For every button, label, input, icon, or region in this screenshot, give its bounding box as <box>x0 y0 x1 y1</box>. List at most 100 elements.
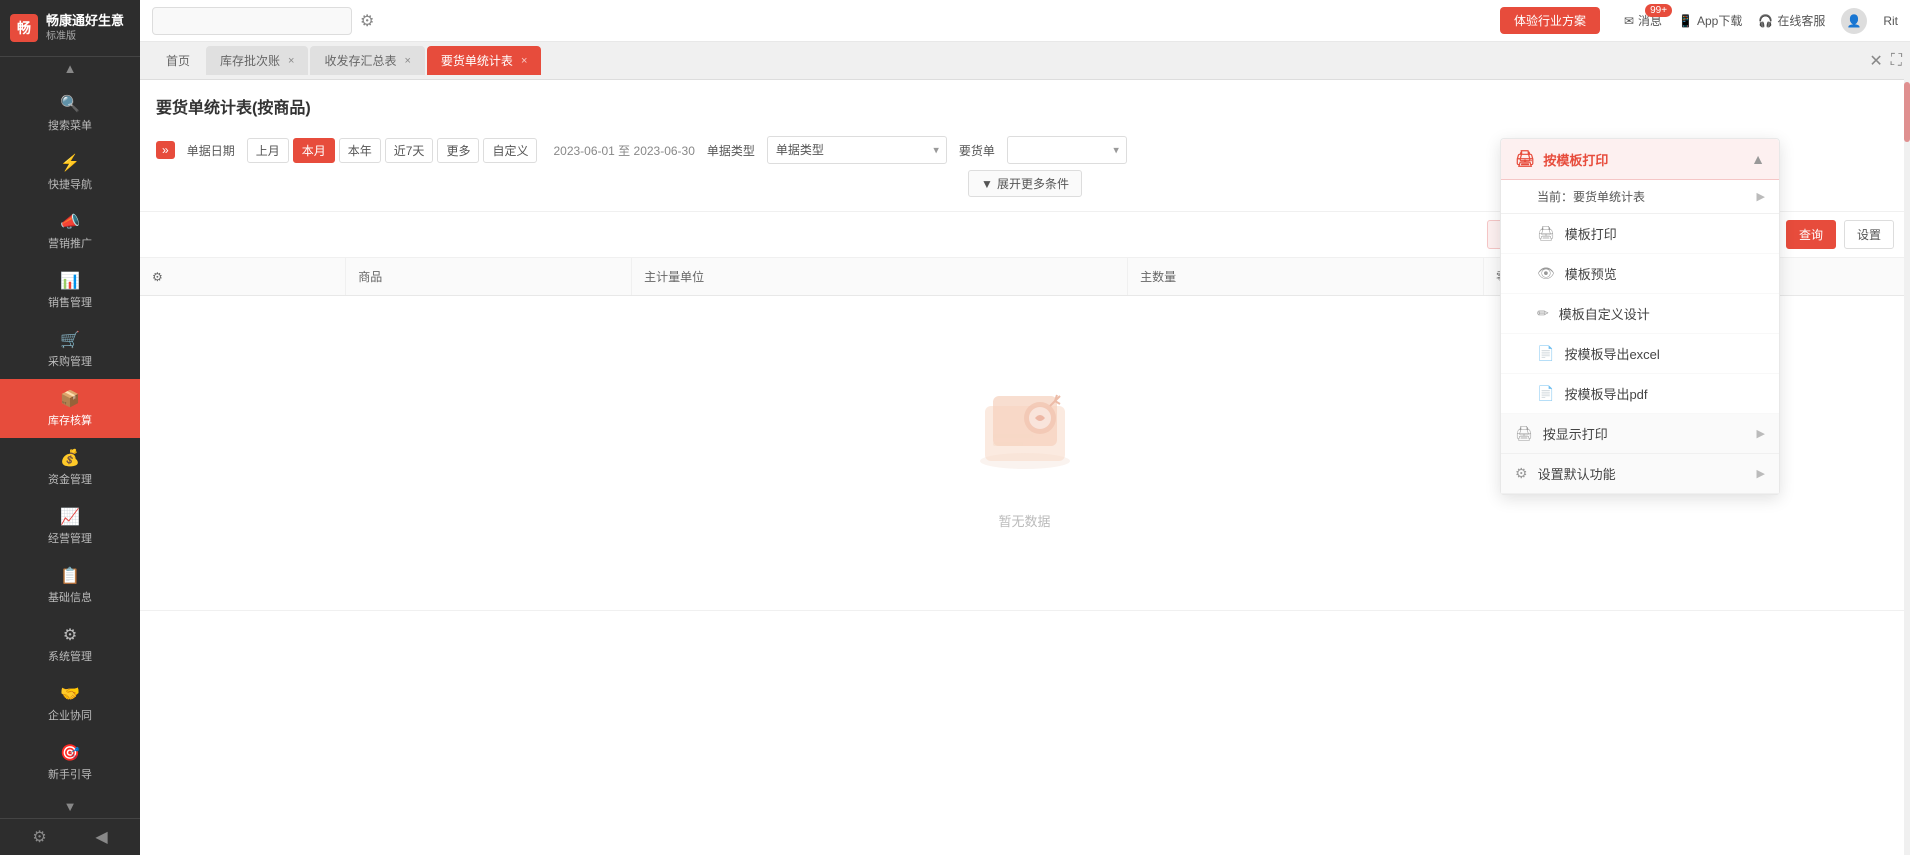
dropdown-close-btn[interactable]: ▲ <box>1751 151 1765 167</box>
dropdown-item-template-print[interactable]: 🖨模板打印 <box>1501 214 1779 254</box>
sidebar-label-marketing: 营销推广 <box>48 235 92 251</box>
sound-icon[interactable]: ◀ <box>95 827 107 847</box>
date-btn-this-month[interactable]: 本月 <box>293 138 335 163</box>
sidebar-label-search: 搜索菜单 <box>48 117 92 133</box>
dropdown-sub-set-default[interactable]: ⚙设置默认功能▶ <box>1501 454 1779 494</box>
tab-close-order-stats[interactable]: × <box>521 55 527 67</box>
empty-illustration <box>965 376 1085 495</box>
sidebar-icon-basic: 📋 <box>60 566 80 586</box>
sidebar-item-finance[interactable]: 💰资金管理 <box>0 438 140 497</box>
expand-btn[interactable]: ▼ 展开更多条件 <box>968 170 1082 197</box>
expand-icon: ▼ <box>981 177 993 191</box>
sidebar-icon-marketing: 📣 <box>60 212 80 232</box>
sidebar-item-purchase[interactable]: 🛒采购管理 <box>0 320 140 379</box>
sidebar-item-operation[interactable]: 📈经营管理 <box>0 497 140 556</box>
dropdown-title: 按模板打印 <box>1543 150 1608 169</box>
logo-sub-text: 标准版 <box>46 30 124 44</box>
sidebar-item-system[interactable]: ⚙系统管理 <box>0 615 140 674</box>
service-icon: 🎧 <box>1758 14 1773 28</box>
avatar[interactable]: 👤 <box>1841 8 1867 34</box>
dropdown-item-icon-template-print: 🖨 <box>1537 225 1555 242</box>
dropdown-item-template-preview[interactable]: 👁 模板预览 <box>1501 254 1779 294</box>
search-input[interactable] <box>152 7 352 35</box>
experience-btn[interactable]: 体验行业方案 <box>1500 7 1600 34</box>
tab-batch-account[interactable]: 库存批次账 × <box>206 46 308 75</box>
col-unit: 主计量单位 <box>632 258 1128 296</box>
scrollbar-thumb[interactable] <box>1904 82 1910 142</box>
dropdown-item-icon-template-export-pdf: 📄 <box>1537 385 1554 402</box>
sidebar-item-basic[interactable]: 📋基础信息 <box>0 556 140 615</box>
tab-label-home: 首页 <box>166 52 190 69</box>
sidebar-label-newbie: 新手引导 <box>48 766 92 782</box>
sidebar-item-newbie[interactable]: 🎯新手引导 <box>0 733 140 792</box>
tab-order-stats[interactable]: 要货单统计表× <box>427 46 541 75</box>
sidebar-icon-purchase: 🛒 <box>60 330 80 350</box>
sidebar-logo: 畅 畅康通好生意 标准版 <box>0 0 140 57</box>
sidebar-icon-operation: 📈 <box>60 507 80 527</box>
tab-close-all-btn[interactable]: ✕ <box>1869 51 1882 71</box>
sidebar-item-inventory[interactable]: 📦库存核算 <box>0 379 140 438</box>
gear-icon[interactable]: ⚙ <box>360 11 374 31</box>
dropdown-item-label-template-custom: 模板自定义设计 <box>1559 304 1650 323</box>
dropdown-item-label-template-export-pdf: 按模板导出pdf <box>1564 384 1647 403</box>
app-icon: 📱 <box>1678 14 1693 28</box>
date-btn-more[interactable]: 更多 <box>437 138 479 163</box>
sidebar-footer: ⚙ ◀ <box>0 818 140 855</box>
tab-home[interactable]: 首页 <box>152 46 204 75</box>
dropdown-item-template-custom[interactable]: ✏模板自定义设计 <box>1501 294 1779 334</box>
current-label: 当前：要货单统计表 <box>1537 188 1645 205</box>
tab-collection-summary[interactable]: 收发存汇总表 × <box>310 46 424 75</box>
date-btn-this-year[interactable]: 本年 <box>339 138 381 163</box>
dropdown-current-item[interactable]: 当前：要货单统计表 ▶ <box>1501 180 1779 214</box>
dropdown-header: 🖨 按模板打印 ▲ <box>1501 139 1779 180</box>
dropdown-sub-items: 🖨按显示打印▶⚙设置默认功能▶ <box>1501 414 1779 494</box>
settings-icon[interactable]: ⚙ <box>32 827 46 847</box>
tab-fullscreen-btn[interactable]: ⛶ <box>1891 52 1902 70</box>
settings-btn[interactable]: 设置 <box>1844 220 1894 249</box>
dropdown-item-icon-template-preview: 👁 <box>1537 265 1555 282</box>
dropdown-item-template-export-pdf[interactable]: 📄 按模板导出pdf <box>1501 374 1779 414</box>
tab-label-batch-account: 库存批次账 <box>220 52 280 69</box>
query-btn[interactable]: 查询 <box>1786 220 1836 249</box>
filter-expand-icon[interactable]: » <box>156 141 175 159</box>
dropdown-item-label-template-export-excel: 按模板导出excel <box>1564 344 1659 363</box>
sidebar-item-search[interactable]: 🔍 搜索菜单 <box>0 84 140 143</box>
sub-icon-display-print: 🖨 <box>1515 425 1533 442</box>
sidebar-icon-shortcut: ⚡ <box>60 153 80 173</box>
sidebar-scroll-up[interactable]: ▲ <box>0 57 140 80</box>
page-title: 要货单统计表(按商品) <box>140 80 1910 128</box>
sidebar-label-enterprise: 企业协同 <box>48 707 92 723</box>
tab-close-batch-account[interactable]: × <box>288 55 294 67</box>
dropdown-sub-display-print[interactable]: 🖨按显示打印▶ <box>1501 414 1779 454</box>
online-service-btn[interactable]: 🎧 在线客服 <box>1758 12 1825 29</box>
message-btn[interactable]: ✉ 消息 99+ <box>1624 12 1662 29</box>
sidebar-label-inventory: 库存核算 <box>48 412 92 428</box>
sidebar-scroll-down[interactable]: ▼ <box>0 795 140 818</box>
right-scrollbar[interactable] <box>1904 42 1910 855</box>
sidebar-item-enterprise[interactable]: 🤝企业协同 <box>0 674 140 733</box>
app-download-btn[interactable]: 📱 App下载 <box>1678 12 1742 29</box>
sidebar-item-marketing[interactable]: 📣 营销推广 <box>0 202 140 261</box>
date-btn-last-7days[interactable]: 近7天 <box>385 138 434 163</box>
sidebar-item-shortcut[interactable]: ⚡ 快捷导航 <box>0 143 140 202</box>
dropdown-item-template-export-excel[interactable]: 📄按模板导出excel <box>1501 334 1779 374</box>
tab-label-collection-summary: 收发存汇总表 <box>324 52 396 69</box>
sidebar-icon-finance: 💰 <box>60 448 80 468</box>
tab-close-collection-summary[interactable]: × <box>404 55 410 67</box>
order-goods-select-wrapper <box>1007 136 1127 164</box>
col-quantity: 主数量 <box>1128 258 1484 296</box>
order-goods-select[interactable] <box>1007 136 1127 164</box>
date-range: 2023-06-01 至 2023-06-30 <box>553 142 694 159</box>
sidebar-label-shortcut: 快捷导航 <box>48 176 92 192</box>
dropdown-item-label-template-preview: 模板预览 <box>1565 264 1617 283</box>
logo-main-text: 畅康通好生意 <box>46 12 124 30</box>
order-type-select[interactable]: 单据类型 <box>767 136 947 164</box>
service-label: 在线客服 <box>1777 12 1825 29</box>
sidebar-item-sales[interactable]: 📊销售管理 <box>0 261 140 320</box>
col-gear[interactable]: ⚙ <box>140 258 346 296</box>
date-btn-custom[interactable]: 自定义 <box>483 138 537 163</box>
date-btn-last-month[interactable]: 上月 <box>247 138 289 163</box>
dropdown-header-left: 🖨 按模板打印 <box>1515 149 1608 169</box>
sidebar-icon-search: 🔍 <box>60 94 80 114</box>
current-arrow-icon: ▶ <box>1757 190 1765 203</box>
